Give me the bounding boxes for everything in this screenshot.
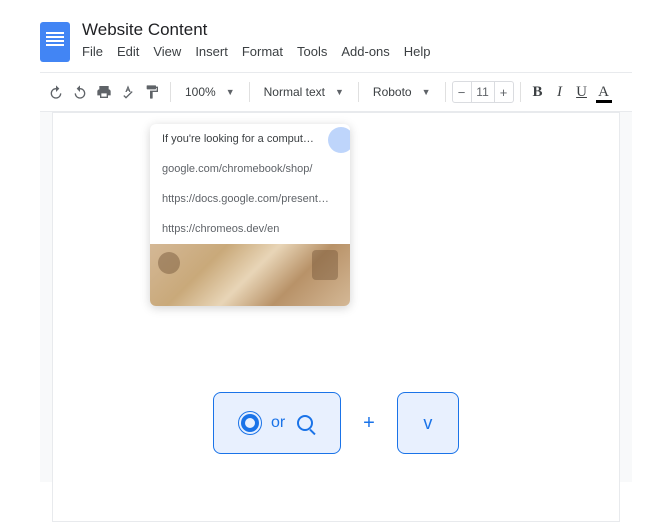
clipboard-item[interactable]: google.com/chromebook/shop/ bbox=[150, 154, 350, 184]
font-size-value[interactable]: 11 bbox=[471, 82, 495, 102]
clipboard-panel: If you're looking for a comput… google.c… bbox=[150, 124, 350, 306]
docs-logo-icon[interactable] bbox=[40, 22, 70, 62]
spellcheck-button[interactable] bbox=[116, 79, 140, 105]
menu-format[interactable]: Format bbox=[242, 44, 283, 59]
or-label: or bbox=[271, 414, 285, 432]
font-select[interactable]: Roboto▼ bbox=[365, 85, 439, 99]
chevron-down-icon: ▼ bbox=[226, 87, 235, 97]
font-size-control: − 11 + bbox=[452, 81, 514, 103]
menu-view[interactable]: View bbox=[153, 44, 181, 59]
paint-format-button[interactable] bbox=[140, 79, 164, 105]
menu-bar: File Edit View Insert Format Tools Add-o… bbox=[82, 44, 632, 59]
bold-button[interactable]: B bbox=[527, 84, 549, 101]
italic-button[interactable]: I bbox=[549, 84, 571, 101]
search-key-icon bbox=[297, 415, 313, 431]
clipboard-item-text: If you're looking for a comput… bbox=[162, 133, 314, 145]
clipboard-item[interactable]: If you're looking for a comput… bbox=[150, 124, 350, 154]
redo-button[interactable] bbox=[68, 79, 92, 105]
font-size-increase[interactable]: + bbox=[495, 85, 513, 100]
underline-button[interactable]: U bbox=[571, 84, 593, 101]
menu-addons[interactable]: Add-ons bbox=[341, 44, 389, 59]
cursor-indicator-icon bbox=[328, 127, 350, 153]
launcher-key-icon bbox=[241, 414, 259, 432]
menu-edit[interactable]: Edit bbox=[117, 44, 139, 59]
undo-button[interactable] bbox=[44, 79, 68, 105]
toolbar: 100%▼ Normal text▼ Roboto▼ − 11 + B I U … bbox=[40, 72, 632, 112]
menu-help[interactable]: Help bbox=[404, 44, 431, 59]
keyboard-shortcut-hint: or + v bbox=[40, 392, 632, 454]
paragraph-style-select[interactable]: Normal text▼ bbox=[256, 85, 352, 99]
menu-insert[interactable]: Insert bbox=[195, 44, 228, 59]
v-key: v bbox=[397, 392, 459, 454]
document-canvas: If you're looking for a comput… google.c… bbox=[40, 112, 632, 482]
print-button[interactable] bbox=[92, 79, 116, 105]
menu-file[interactable]: File bbox=[82, 44, 103, 59]
text-color-button[interactable]: A bbox=[593, 84, 615, 101]
zoom-select[interactable]: 100%▼ bbox=[177, 85, 243, 99]
header: Website Content File Edit View Insert Fo… bbox=[40, 20, 632, 62]
modifier-key: or bbox=[213, 392, 341, 454]
font-size-decrease[interactable]: − bbox=[453, 85, 471, 100]
chevron-down-icon: ▼ bbox=[422, 87, 431, 97]
chevron-down-icon: ▼ bbox=[335, 87, 344, 97]
plus-icon: + bbox=[363, 412, 375, 435]
clipboard-item[interactable]: https://docs.google.com/present… bbox=[150, 184, 350, 214]
menu-tools[interactable]: Tools bbox=[297, 44, 327, 59]
clipboard-image-item[interactable] bbox=[150, 244, 350, 306]
clipboard-item[interactable]: https://chromeos.dev/en bbox=[150, 214, 350, 244]
document-title[interactable]: Website Content bbox=[82, 20, 632, 40]
